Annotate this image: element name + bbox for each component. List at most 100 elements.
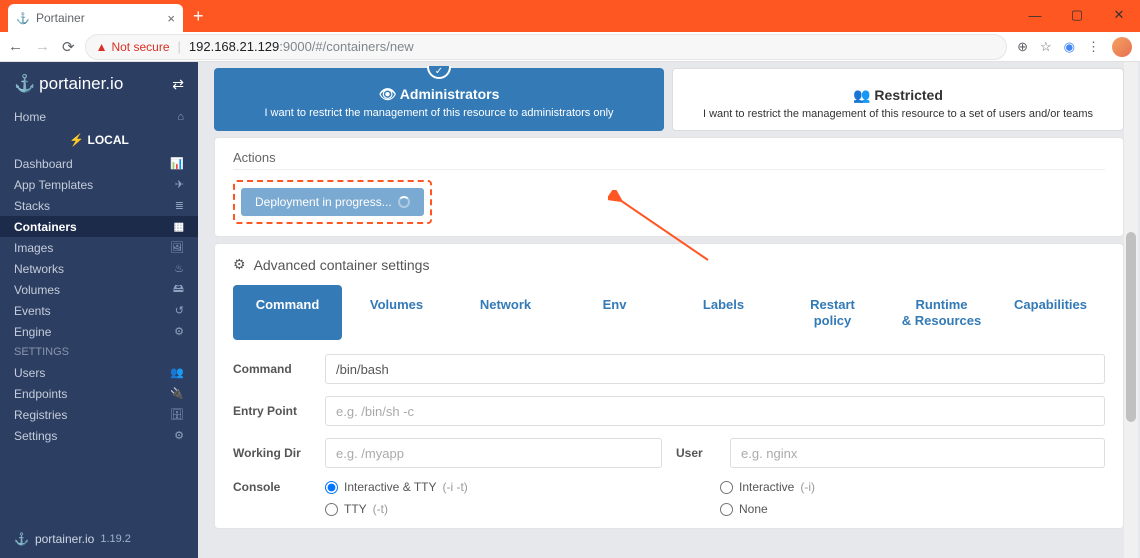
cog-icon: ⚙ [174, 325, 184, 338]
sidebar-item-label: Networks [14, 262, 64, 276]
console-interactive-tty-radio[interactable] [325, 481, 338, 494]
command-input[interactable] [325, 354, 1105, 384]
collapse-icon[interactable]: ⇄ [172, 76, 184, 93]
sidebar-item-images[interactable]: Images 🖼 [0, 237, 198, 258]
local-header: ⚡ LOCAL [0, 127, 198, 153]
close-window-icon[interactable]: ✕ [1098, 0, 1140, 30]
anchor-icon: ⚓ [14, 532, 29, 546]
command-label: Command [233, 362, 311, 376]
tab-title: Portainer [36, 11, 161, 25]
favicon-icon: ⚓ [16, 11, 30, 25]
sidebar-item-label: App Templates [14, 178, 93, 192]
warning-icon: ▲ [96, 40, 108, 54]
tab-network[interactable]: Network [451, 285, 560, 340]
eye-off-icon: 👁 [379, 86, 397, 102]
plug-icon: 🔌 [170, 387, 184, 400]
sidebar-item-label: Containers [14, 220, 77, 234]
console-label: Console [233, 480, 311, 516]
sidebar-item-events[interactable]: Events↺ [0, 300, 198, 321]
sidebar-item-label: Dashboard [14, 157, 73, 171]
actions-panel: Actions Deployment in progress... [214, 137, 1124, 237]
sidebar-item-app-templates[interactable]: App Templates✈ [0, 174, 198, 195]
tab-labels[interactable]: Labels [669, 285, 778, 340]
advanced-panel: ⚙ Advanced container settings CommandVol… [214, 243, 1124, 529]
sidebar-item-dashboard[interactable]: Dashboard 📊 [0, 153, 198, 174]
profile-avatar[interactable] [1112, 37, 1132, 57]
reload-icon[interactable]: ⟳ [62, 38, 75, 56]
sidebar-item-label: Registries [14, 408, 67, 422]
database-icon: 🗄 [170, 408, 184, 421]
entrypoint-input[interactable] [325, 396, 1105, 426]
deploy-button[interactable]: Deployment in progress... [241, 188, 424, 216]
access-card-restricted[interactable]: 👥 Restricted I want to restrict the mana… [672, 68, 1124, 131]
sidebar-item-label: Volumes [14, 283, 60, 297]
tab-capabilities[interactable]: Capabilities [996, 285, 1105, 340]
actions-header: Actions [233, 150, 1105, 170]
sidebar-item-registries[interactable]: Registries 🗄 [0, 404, 198, 425]
tab-command[interactable]: Command [233, 285, 342, 340]
sliders-icon: ⚙ [174, 429, 184, 442]
checkmark-icon: ✓ [427, 66, 451, 79]
tab-volumes[interactable]: Volumes [342, 285, 451, 340]
main-content: ✓ 👁 Administrators I want to restrict th… [198, 62, 1140, 558]
deploy-highlight: Deployment in progress... [233, 180, 432, 224]
tab-runtime-resources[interactable]: Runtime& Resources [887, 285, 996, 340]
address-bar[interactable]: ▲ Not secure | 192.168.21.129:9000/#/con… [85, 34, 1008, 60]
plug-icon: ⚡ [69, 133, 84, 147]
image-icon: 🖼 [170, 241, 184, 254]
entrypoint-label: Entry Point [233, 404, 311, 418]
advanced-header[interactable]: ⚙ Advanced container settings [233, 256, 1105, 273]
sidebar-item-settings[interactable]: Settings ⚙ [0, 425, 198, 446]
menu-icon[interactable]: ⋮ [1087, 39, 1100, 55]
workdir-input[interactable] [325, 438, 662, 468]
new-tab-button[interactable]: + [193, 6, 204, 27]
tachometer-icon: 📊 [170, 157, 184, 170]
zoom-icon[interactable]: ⊕ [1017, 39, 1028, 55]
scrollbar[interactable] [1124, 62, 1138, 558]
access-card-administrators[interactable]: ✓ 👁 Administrators I want to restrict th… [214, 68, 664, 131]
tab-restart-policy[interactable]: Restartpolicy [778, 285, 887, 340]
sidebar-item-label: Endpoints [14, 387, 67, 401]
logo[interactable]: ⚓ portainer.io [14, 74, 123, 94]
sidebar-item-label: Images [14, 241, 53, 255]
sidebar-item-networks[interactable]: Networks♨ [0, 258, 198, 279]
sidebar-item-endpoints[interactable]: Endpoints 🔌 [0, 383, 198, 404]
console-interactive-radio[interactable] [720, 481, 733, 494]
back-icon[interactable]: ← [8, 38, 23, 55]
sidebar-item-stacks[interactable]: Stacks≣ [0, 195, 198, 216]
extension-icon[interactable]: ◉ [1064, 39, 1075, 55]
settings-header: SETTINGS [0, 342, 198, 362]
sidebar-footer: ⚓ portainer.io 1.19.2 [0, 520, 198, 558]
layers-icon: ≣ [175, 199, 184, 212]
sidebar-item-home[interactable]: Home⌂ [0, 106, 198, 127]
hdd-icon: 🖴 [173, 280, 184, 299]
console-none-radio[interactable] [720, 503, 733, 516]
user-label: User [676, 446, 716, 460]
sidebar-item-users[interactable]: Users 👥 [0, 362, 198, 383]
workdir-label: Working Dir [233, 446, 311, 460]
box-icon: ▦ [174, 220, 184, 233]
anchor-icon: ⚓ [14, 74, 35, 94]
sidebar-item-label: Users [14, 366, 45, 380]
history-icon: ↺ [175, 304, 184, 317]
maximize-icon[interactable]: ▢ [1056, 0, 1098, 30]
bookmark-icon[interactable]: ☆ [1040, 39, 1052, 55]
sidebar-item-label: Settings [14, 429, 57, 443]
minimize-icon[interactable]: — [1014, 0, 1056, 30]
sidebar-item-containers[interactable]: Containers ▦ [0, 216, 198, 237]
users-icon: 👥 [170, 366, 184, 379]
close-tab-icon[interactable]: × [167, 11, 175, 26]
scrollbar-thumb[interactable] [1126, 232, 1136, 422]
url-text: 192.168.21.129:9000/#/containers/new [189, 39, 414, 54]
sidebar-item-volumes[interactable]: Volumes 🖴 [0, 279, 198, 300]
user-input[interactable] [730, 438, 1105, 468]
sidebar-item-engine[interactable]: Engine⚙ [0, 321, 198, 342]
browser-tab[interactable]: ⚓ Portainer × [8, 4, 183, 32]
browser-toolbar: ← → ⟳ ▲ Not secure | 192.168.21.129:9000… [0, 32, 1140, 62]
tab-env[interactable]: Env [560, 285, 669, 340]
home-icon: ⌂ [177, 111, 184, 123]
settings-tabs: CommandVolumesNetworkEnvLabelsRestartpol… [233, 285, 1105, 340]
sidebar: ⚓ portainer.io ⇄ Home⌂ ⚡ LOCAL Dashboard… [0, 62, 198, 558]
forward-icon[interactable]: → [35, 38, 50, 55]
console-tty-radio[interactable] [325, 503, 338, 516]
